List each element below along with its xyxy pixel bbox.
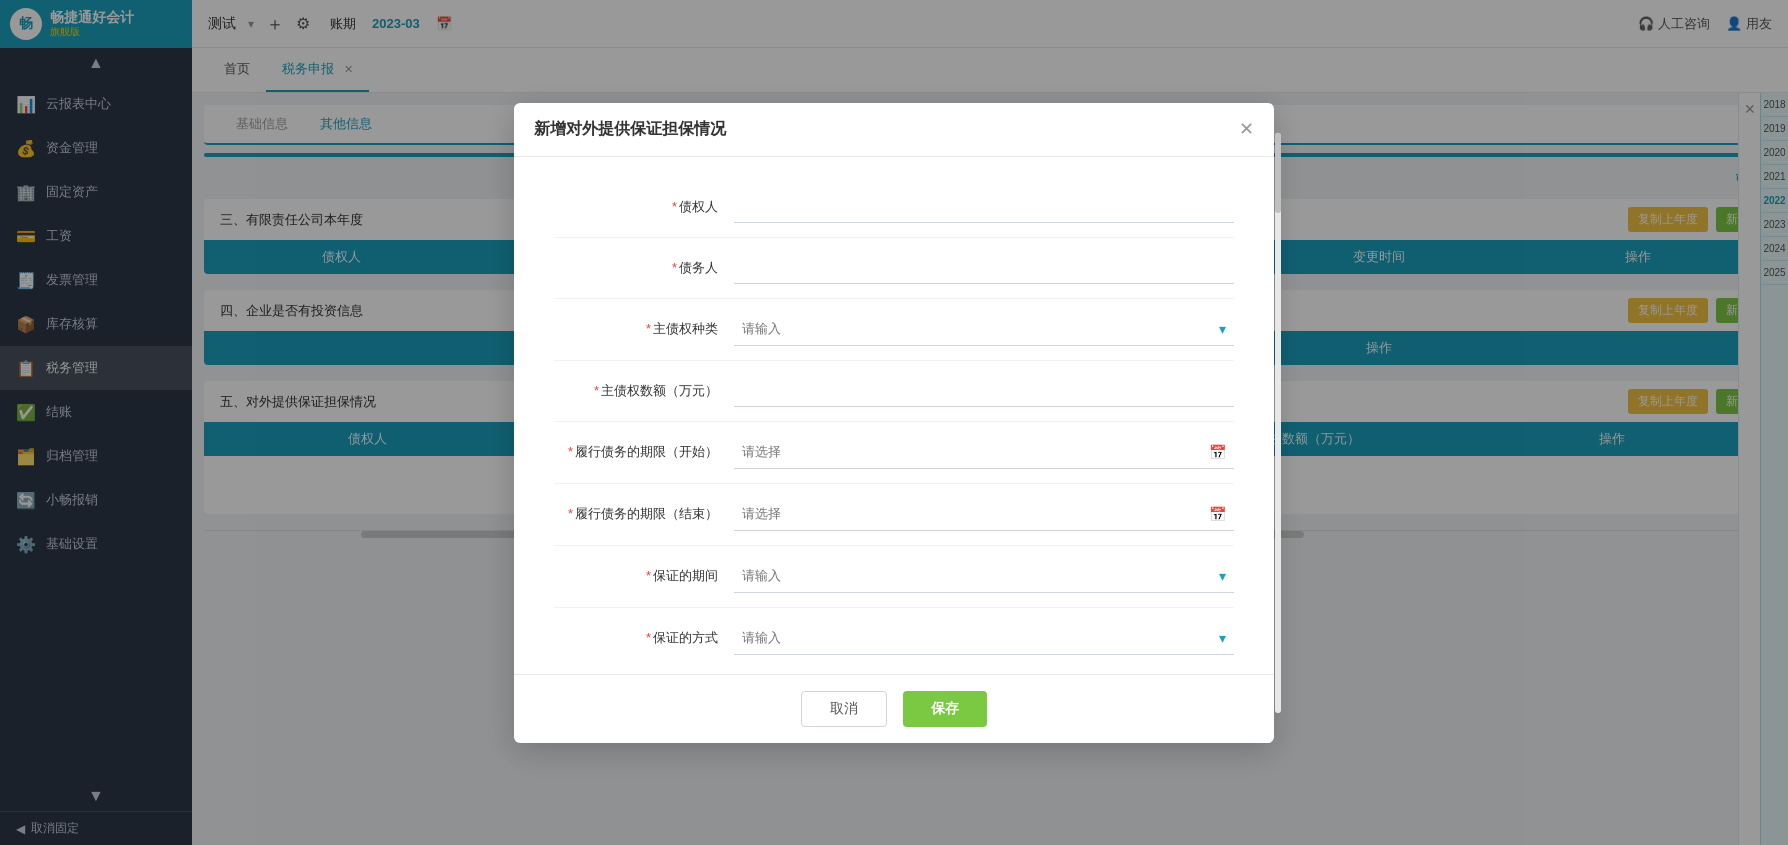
form-row-period-start: *履行债务的期限（开始） 📅	[554, 422, 1234, 484]
input-debtor[interactable]	[734, 252, 1234, 284]
label-period-end: *履行债务的期限（结束）	[554, 505, 734, 523]
modal-close-btn[interactable]: ✕	[1239, 120, 1254, 138]
form-row-guarantee-period: *保证的期间 ▾	[554, 546, 1234, 608]
label-claim-amount: *主债权数额（万元）	[554, 382, 734, 400]
modal-scrollbar[interactable]	[1274, 133, 1282, 713]
form-row-creditor: *债权人	[554, 177, 1234, 238]
date-period-end-wrap: 📅	[734, 498, 1234, 531]
input-claim-amount[interactable]	[734, 375, 1234, 407]
modal-header: 新增对外提供保证担保情况 ✕	[514, 103, 1274, 157]
cancel-button[interactable]: 取消	[801, 691, 887, 727]
required-mark-end: *	[568, 506, 573, 521]
select-claim-type-wrap: ▾	[734, 313, 1234, 346]
select-guarantee-method-wrap: ▾	[734, 622, 1234, 655]
chevron-down-icon-gmethod[interactable]: ▾	[1219, 630, 1234, 646]
required-mark-start: *	[568, 444, 573, 459]
select-guarantee-period-wrap: ▾	[734, 560, 1234, 593]
required-mark-gperiod: *	[646, 568, 651, 583]
date-period-start-wrap: 📅	[734, 436, 1234, 469]
required-mark-gmethod: *	[646, 630, 651, 645]
modal-title: 新增对外提供保证担保情况	[534, 119, 726, 140]
chevron-down-icon-claim-type[interactable]: ▾	[1219, 321, 1234, 337]
date-period-end[interactable]	[734, 498, 1209, 530]
save-button[interactable]: 保存	[903, 691, 987, 727]
chevron-down-icon-gperiod[interactable]: ▾	[1219, 568, 1234, 584]
label-claim-type: *主债权种类	[554, 320, 734, 338]
select-claim-type[interactable]	[734, 313, 1219, 345]
label-period-start: *履行债务的期限（开始）	[554, 443, 734, 461]
modal-body: *债权人 *债务人 *主债权种类 ▾	[514, 157, 1274, 674]
select-guarantee-period[interactable]	[734, 560, 1219, 592]
modal-dialog: 新增对外提供保证担保情况 ✕ *债权人 *债务人 *主	[514, 103, 1274, 743]
label-guarantee-method: *保证的方式	[554, 629, 734, 647]
required-mark-debtor: *	[672, 260, 677, 275]
date-period-start[interactable]	[734, 436, 1209, 468]
input-creditor[interactable]	[734, 191, 1234, 223]
label-guarantee-period: *保证的期间	[554, 567, 734, 585]
required-mark: *	[672, 199, 677, 214]
required-mark-claim-type: *	[646, 321, 651, 336]
modal-footer: 取消 保存	[514, 674, 1274, 743]
form-row-claim-amount: *主债权数额（万元）	[554, 361, 1234, 422]
form-row-guarantee-method: *保证的方式 ▾	[554, 608, 1234, 669]
label-creditor: *债权人	[554, 198, 734, 216]
modal-overlay: 新增对外提供保证担保情况 ✕ *债权人 *债务人 *主	[0, 0, 1788, 845]
select-guarantee-method[interactable]	[734, 622, 1219, 654]
calendar-icon-start[interactable]: 📅	[1209, 444, 1234, 460]
form-row-debtor: *债务人	[554, 238, 1234, 299]
form-row-claim-type: *主债权种类 ▾	[554, 299, 1234, 361]
label-debtor: *债务人	[554, 259, 734, 277]
form-row-period-end: *履行债务的期限（结束） 📅	[554, 484, 1234, 546]
calendar-icon-end[interactable]: 📅	[1209, 506, 1234, 522]
required-mark-amount: *	[594, 383, 599, 398]
